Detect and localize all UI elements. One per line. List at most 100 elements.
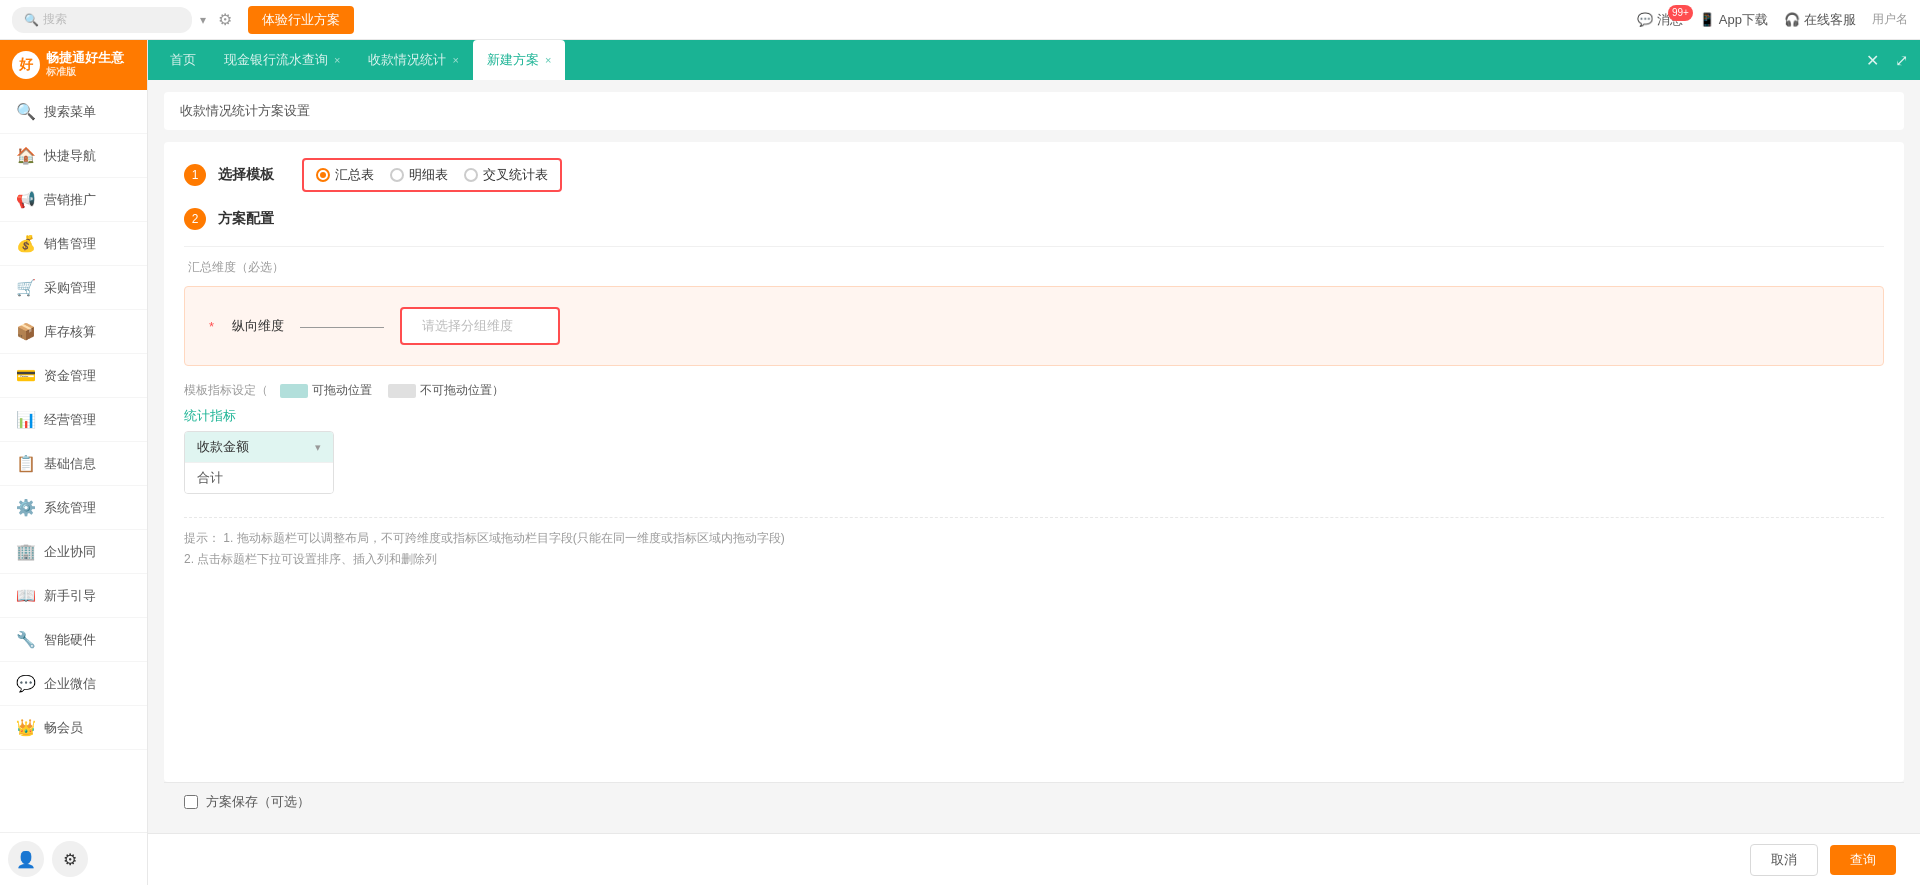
dim-select[interactable]: 请选择分组维度 [400,307,560,345]
indicator-section: 模板指标设定（ 可拖动位置 不可拖动位置） [184,382,1884,497]
sidebar-label-collab: 企业协同 [44,543,96,561]
radio-cross-dot [464,168,478,182]
radio-summary-label: 汇总表 [335,166,374,184]
sidebar-label-management: 经营管理 [44,411,96,429]
tab-close-btn[interactable]: ✕ [1862,47,1883,74]
vertical-dim-label: 纵向维度 [232,317,284,335]
radio-summary-dot [316,168,330,182]
close-new-plan-tab[interactable]: × [545,54,551,66]
basic-icon: 📋 [16,454,36,473]
download-btn[interactable]: 📱 App下载 [1699,11,1768,29]
tips-section: 提示： 1. 拖动标题栏可以调整布局，不可跨维度或指标区域拖动栏目字段(只能在同… [184,517,1884,568]
legend-draggable: 可拖动位置 [280,382,372,399]
template-radio-group: 汇总表 明细表 交叉统计表 [316,166,548,184]
page-header-text: 收款情况统计方案设置 [180,103,310,118]
sidebar-item-search[interactable]: 🔍 搜索菜单 [0,90,147,134]
non-draggable-label: 不可拖动位置） [420,382,504,399]
top-bar: 🔍 搜索 ▾ ⚙ 体验行业方案 💬 消息 99+ 📱 App下载 🎧 在线客服 … [0,0,1920,40]
save-label: 方案保存（可选） [206,793,310,811]
sidebar-label-guide: 新手引导 [44,587,96,605]
indicator-col-header-row: 收款金额 ▾ [185,432,333,462]
industry-btn[interactable]: 体验行业方案 [248,6,354,34]
sidebar-item-collab[interactable]: 🏢 企业协同 [0,530,147,574]
support-icon: 🎧 [1784,12,1800,27]
sidebar-label-basic: 基础信息 [44,455,96,473]
messages-btn[interactable]: 💬 消息 99+ [1637,11,1683,29]
download-label: App下载 [1719,11,1768,29]
sidebar-item-guide[interactable]: 📖 新手引导 [0,574,147,618]
sidebar-item-management[interactable]: 📊 经营管理 [0,398,147,442]
user-name[interactable]: 用户名 [1872,11,1908,28]
dimension-label-text: 汇总维度（必选） [188,260,284,274]
radio-detail[interactable]: 明细表 [390,166,448,184]
tab-cashbank[interactable]: 现金银行流水查询 × [210,40,354,80]
wechat-icon: 💬 [16,674,36,693]
tab-new-plan[interactable]: 新建方案 × [473,40,565,80]
radio-detail-dot [390,168,404,182]
sidebar-label-wechat: 企业微信 [44,675,96,693]
save-checkbox[interactable] [184,795,198,809]
tab-new-plan-label: 新建方案 [487,51,539,69]
indicator-legend: 可拖动位置 不可拖动位置） [280,382,504,399]
dropdown-icon[interactable]: ▾ [200,13,206,27]
sidebar-settings-icon[interactable]: ⚙ [52,841,88,877]
tab-cashbank-label: 现金银行流水查询 [224,51,328,69]
sidebar-item-purchase[interactable]: 🛒 采购管理 [0,266,147,310]
hardware-icon: 🔧 [16,630,36,649]
non-draggable-color-box [388,384,416,398]
tab-collection[interactable]: 收款情况统计 × [354,40,472,80]
radio-cross-label: 交叉统计表 [483,166,548,184]
step1-row: 1 选择模板 汇总表 明细表 [184,158,1884,192]
sidebar-label-purchase: 采购管理 [44,279,96,297]
radio-detail-label: 明细表 [409,166,448,184]
step1-circle: 1 [184,164,206,186]
draggable-color-box [280,384,308,398]
footer-bar: 取消 查询 [148,833,1920,885]
save-section: 方案保存（可选） [164,782,1904,821]
tab-maximize-btn[interactable]: ⤢ [1891,47,1912,74]
sidebar-item-marketing[interactable]: 📢 营销推广 [0,178,147,222]
sidebar-item-inventory[interactable]: 📦 库存核算 [0,310,147,354]
sidebar-item-basic[interactable]: 📋 基础信息 [0,442,147,486]
radio-summary[interactable]: 汇总表 [316,166,374,184]
sidebar-label-hardware: 智能硬件 [44,631,96,649]
logo-sub: 标准版 [46,65,124,79]
cancel-button[interactable]: 取消 [1750,844,1818,876]
guide-icon: 📖 [16,586,36,605]
sidebar-item-finance[interactable]: 💳 资金管理 [0,354,147,398]
sidebar: 好 畅捷通好生意 标准版 🔍 搜索菜单 🏠 快捷导航 📢 营销推广 💰 销售管理… [0,40,148,885]
tab-collection-label: 收款情况统计 [368,51,446,69]
settings-icon[interactable]: ⚙ [218,10,232,29]
sidebar-label-search: 搜索菜单 [44,103,96,121]
home-icon: 🏠 [16,146,36,165]
step2-row: 2 方案配置 [184,208,1884,230]
sidebar-item-system[interactable]: ⚙️ 系统管理 [0,486,147,530]
sidebar-item-hardware[interactable]: 🔧 智能硬件 [0,618,147,662]
sidebar-label-marketing: 营销推广 [44,191,96,209]
query-button[interactable]: 查询 [1830,845,1896,875]
content-area: 首页 现金银行流水查询 × 收款情况统计 × 新建方案 × ✕ ⤢ [148,40,1920,885]
close-cashbank-tab[interactable]: × [334,54,340,66]
radio-cross[interactable]: 交叉统计表 [464,166,548,184]
template-section: 汇总表 明细表 交叉统计表 [302,158,562,192]
sidebar-label-finance: 资金管理 [44,367,96,385]
indicator-header: 模板指标设定（ 可拖动位置 不可拖动位置） [184,382,1884,399]
search-bar[interactable]: 🔍 搜索 [12,7,192,33]
sidebar-label-member: 畅会员 [44,719,83,737]
main-layout: 好 畅捷通好生意 标准版 🔍 搜索菜单 🏠 快捷导航 📢 营销推广 💰 销售管理… [0,40,1920,885]
system-icon: ⚙️ [16,498,36,517]
draggable-label: 可拖动位置 [312,382,372,399]
close-collection-tab[interactable]: × [452,54,458,66]
indicator-col-dropdown[interactable]: ▾ [315,441,321,454]
support-btn[interactable]: 🎧 在线客服 [1784,11,1856,29]
sidebar-item-member[interactable]: 👑 畅会员 [0,706,147,750]
settings-card: 1 选择模板 汇总表 明细表 [164,142,1904,782]
sidebar-user-avatar[interactable]: 👤 [8,841,44,877]
sidebar-item-home[interactable]: 🏠 快捷导航 [0,134,147,178]
inventory-icon: 📦 [16,322,36,341]
top-bar-right: 💬 消息 99+ 📱 App下载 🎧 在线客服 用户名 [1637,11,1908,29]
sidebar-item-sales[interactable]: 💰 销售管理 [0,222,147,266]
sidebar-item-wechat[interactable]: 💬 企业微信 [0,662,147,706]
tab-home[interactable]: 首页 [156,40,210,80]
sidebar-label-system: 系统管理 [44,499,96,517]
